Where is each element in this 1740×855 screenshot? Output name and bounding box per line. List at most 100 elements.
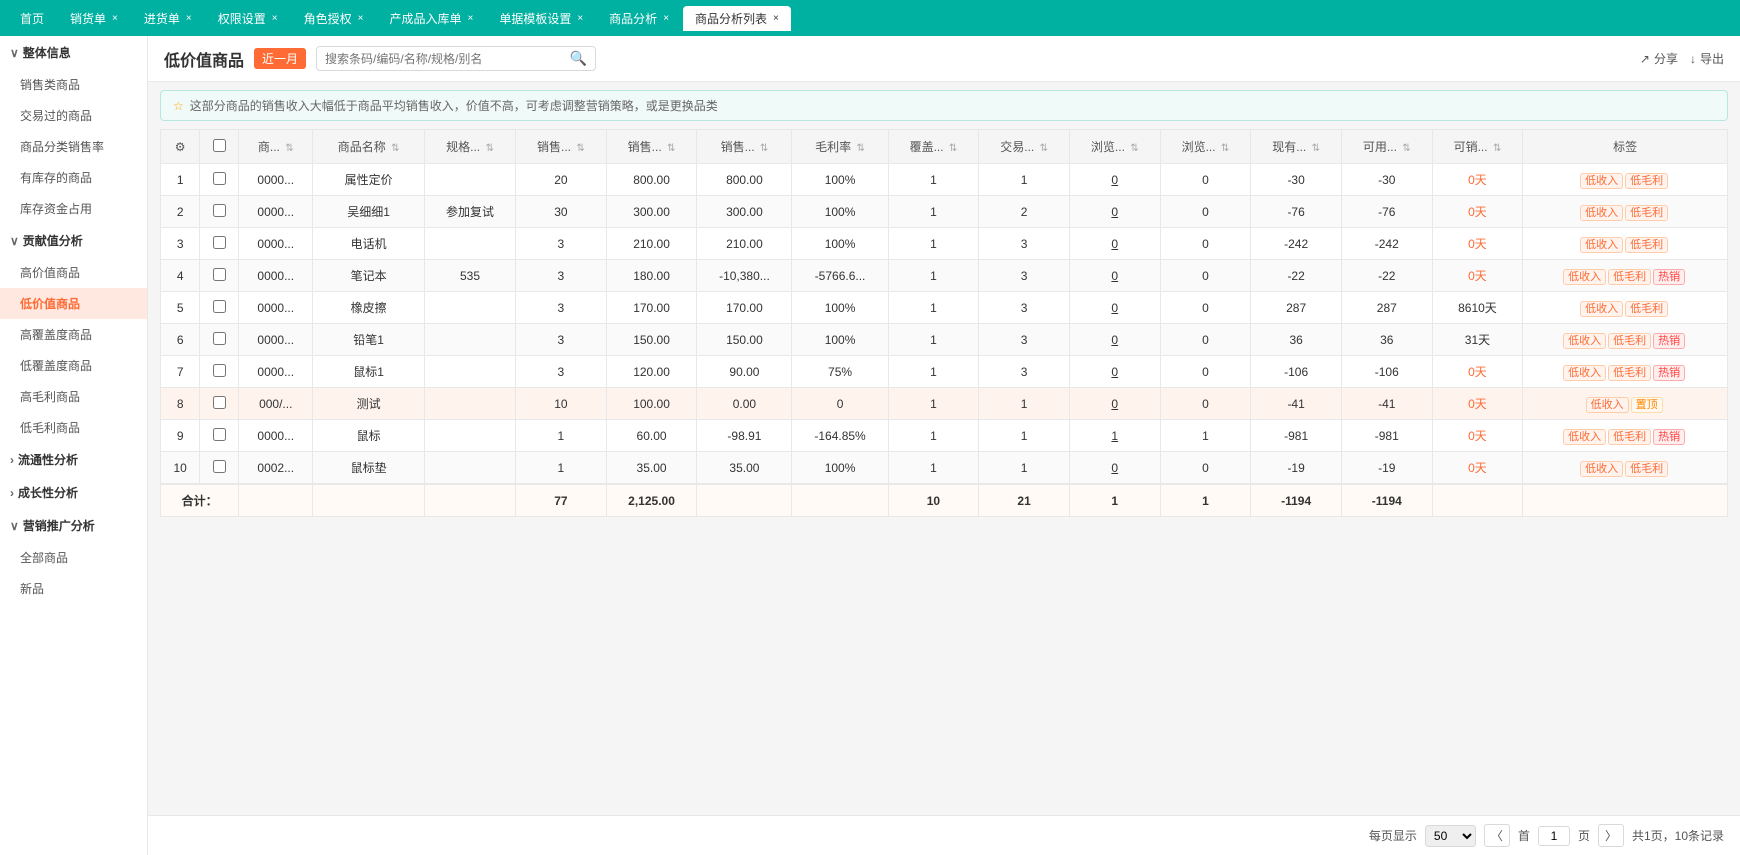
- nav-template[interactable]: 单据模板设置 ×: [487, 6, 595, 31]
- th-current[interactable]: 现有... ⇅: [1251, 130, 1342, 164]
- row-checkbox[interactable]: [213, 204, 226, 217]
- th-available[interactable]: 可用... ⇅: [1341, 130, 1432, 164]
- th-trade[interactable]: 交易... ⇅: [979, 130, 1070, 164]
- cell-checkbox[interactable]: [200, 388, 239, 420]
- sidebar-item-traded-goods[interactable]: 交易过的商品: [0, 100, 147, 131]
- sidebar-group-overall[interactable]: ∨ 整体信息: [0, 36, 147, 69]
- view1-link[interactable]: 0: [1111, 205, 1118, 219]
- row-checkbox[interactable]: [213, 268, 226, 281]
- cell-checkbox[interactable]: [200, 164, 239, 196]
- nav-role[interactable]: 角色授权 ×: [292, 6, 376, 31]
- cell-view1[interactable]: 0: [1069, 228, 1160, 260]
- export-button[interactable]: ↓ 导出: [1690, 50, 1724, 67]
- cell-view1[interactable]: 0: [1069, 164, 1160, 196]
- cell-checkbox[interactable]: [200, 260, 239, 292]
- table-container[interactable]: ⚙ 商... ⇅ 商品名称 ⇅ 规格... ⇅ 销售... ⇅ 销售... ⇅ …: [160, 129, 1728, 815]
- th-qty[interactable]: 销售... ⇅: [516, 130, 607, 164]
- sidebar-group-marketing[interactable]: ∨ 营销推广分析: [0, 509, 147, 542]
- nav-product-in[interactable]: 产成品入库单 ×: [377, 6, 485, 31]
- nav-close-sales[interactable]: ×: [112, 13, 118, 24]
- nav-close-analysis-list[interactable]: ×: [773, 13, 779, 24]
- sidebar-item-category-rate[interactable]: 商品分类销售率: [0, 131, 147, 162]
- cell-checkbox[interactable]: [200, 196, 239, 228]
- cell-view1[interactable]: 0: [1069, 388, 1160, 420]
- sidebar-item-high-coverage[interactable]: 高覆盖度商品: [0, 319, 147, 350]
- th-coverage[interactable]: 覆盖... ⇅: [888, 130, 979, 164]
- nav-analysis-list[interactable]: 商品分析列表 ×: [683, 6, 791, 31]
- sidebar-item-low-value[interactable]: 低价值商品: [0, 288, 147, 319]
- view1-link[interactable]: 0: [1111, 301, 1118, 315]
- th-sellable[interactable]: 可销... ⇅: [1432, 130, 1523, 164]
- nav-close-permission[interactable]: ×: [272, 13, 278, 24]
- next-page-button[interactable]: 〉: [1598, 824, 1624, 847]
- cell-view1[interactable]: 0: [1069, 292, 1160, 324]
- view1-link[interactable]: 1: [1111, 429, 1118, 443]
- view1-link[interactable]: 0: [1111, 269, 1118, 283]
- th-amount[interactable]: 销售... ⇅: [697, 130, 792, 164]
- time-filter-button[interactable]: 近一月: [254, 48, 306, 69]
- nav-close-purchase[interactable]: ×: [186, 13, 192, 24]
- view1-link[interactable]: 0: [1111, 461, 1118, 475]
- view1-link[interactable]: 0: [1111, 173, 1118, 187]
- row-checkbox[interactable]: [213, 428, 226, 441]
- row-checkbox[interactable]: [213, 364, 226, 377]
- th-view2[interactable]: 浏览... ⇅: [1160, 130, 1251, 164]
- nav-analysis[interactable]: 商品分析 ×: [597, 6, 681, 31]
- cell-checkbox[interactable]: [200, 452, 239, 485]
- cell-view1[interactable]: 0: [1069, 452, 1160, 485]
- sidebar-item-new-goods[interactable]: 新品: [0, 573, 147, 604]
- th-price[interactable]: 销售... ⇅: [606, 130, 697, 164]
- row-checkbox[interactable]: [213, 396, 226, 409]
- cell-view1[interactable]: 1: [1069, 420, 1160, 452]
- cell-view1[interactable]: 0: [1069, 324, 1160, 356]
- share-button[interactable]: ↗ 分享: [1640, 50, 1678, 67]
- sidebar-item-high-value[interactable]: 高价值商品: [0, 257, 147, 288]
- nav-close-product-in[interactable]: ×: [467, 13, 473, 24]
- th-name[interactable]: 商品名称 ⇅: [313, 130, 425, 164]
- row-checkbox[interactable]: [213, 300, 226, 313]
- settings-icon[interactable]: ⚙: [175, 140, 186, 154]
- nav-permission[interactable]: 权限设置 ×: [206, 6, 290, 31]
- select-all-checkbox[interactable]: [213, 139, 226, 152]
- search-icon[interactable]: 🔍: [570, 50, 587, 67]
- row-checkbox[interactable]: [213, 172, 226, 185]
- view1-link[interactable]: 0: [1111, 397, 1118, 411]
- sidebar-item-low-margin[interactable]: 低毛利商品: [0, 412, 147, 443]
- view1-link[interactable]: 0: [1111, 333, 1118, 347]
- sidebar-group-growth[interactable]: › 成长性分析: [0, 476, 147, 509]
- sidebar-item-all-goods[interactable]: 全部商品: [0, 542, 147, 573]
- cell-view1[interactable]: 0: [1069, 196, 1160, 228]
- th-code[interactable]: 商... ⇅: [239, 130, 313, 164]
- cell-checkbox[interactable]: [200, 228, 239, 260]
- cell-checkbox[interactable]: [200, 324, 239, 356]
- cell-checkbox[interactable]: [200, 420, 239, 452]
- search-input[interactable]: [325, 52, 566, 66]
- nav-home[interactable]: 首页: [8, 6, 56, 31]
- view1-link[interactable]: 0: [1111, 237, 1118, 251]
- row-checkbox[interactable]: [213, 332, 226, 345]
- view1-link[interactable]: 0: [1111, 365, 1118, 379]
- cell-checkbox[interactable]: [200, 356, 239, 388]
- sidebar-item-sales-goods[interactable]: 销售类商品: [0, 69, 147, 100]
- sidebar-item-low-coverage[interactable]: 低覆盖度商品: [0, 350, 147, 381]
- cell-checkbox[interactable]: [200, 292, 239, 324]
- row-checkbox[interactable]: [213, 460, 226, 473]
- th-view1[interactable]: 浏览... ⇅: [1069, 130, 1160, 164]
- first-page-button[interactable]: 〈: [1484, 824, 1510, 847]
- sidebar-item-stock-capital[interactable]: 库存资金占用: [0, 193, 147, 224]
- th-settings[interactable]: ⚙: [161, 130, 200, 164]
- sidebar-item-stock-goods[interactable]: 有库存的商品: [0, 162, 147, 193]
- nav-close-template[interactable]: ×: [577, 13, 583, 24]
- cell-view1[interactable]: 0: [1069, 260, 1160, 292]
- nav-close-role[interactable]: ×: [358, 13, 364, 24]
- nav-purchase[interactable]: 进货单 ×: [132, 6, 204, 31]
- cell-view1[interactable]: 0: [1069, 356, 1160, 388]
- sidebar-group-contribution[interactable]: ∨ 贡献值分析: [0, 224, 147, 257]
- nav-sales[interactable]: 销货单 ×: [58, 6, 130, 31]
- sidebar-item-high-margin[interactable]: 高毛利商品: [0, 381, 147, 412]
- th-spec[interactable]: 规格... ⇅: [424, 130, 515, 164]
- th-checkbox[interactable]: [200, 130, 239, 164]
- sidebar-group-flow[interactable]: › 流通性分析: [0, 443, 147, 476]
- page-number-input[interactable]: [1538, 826, 1570, 846]
- th-margin[interactable]: 毛利率 ⇅: [792, 130, 888, 164]
